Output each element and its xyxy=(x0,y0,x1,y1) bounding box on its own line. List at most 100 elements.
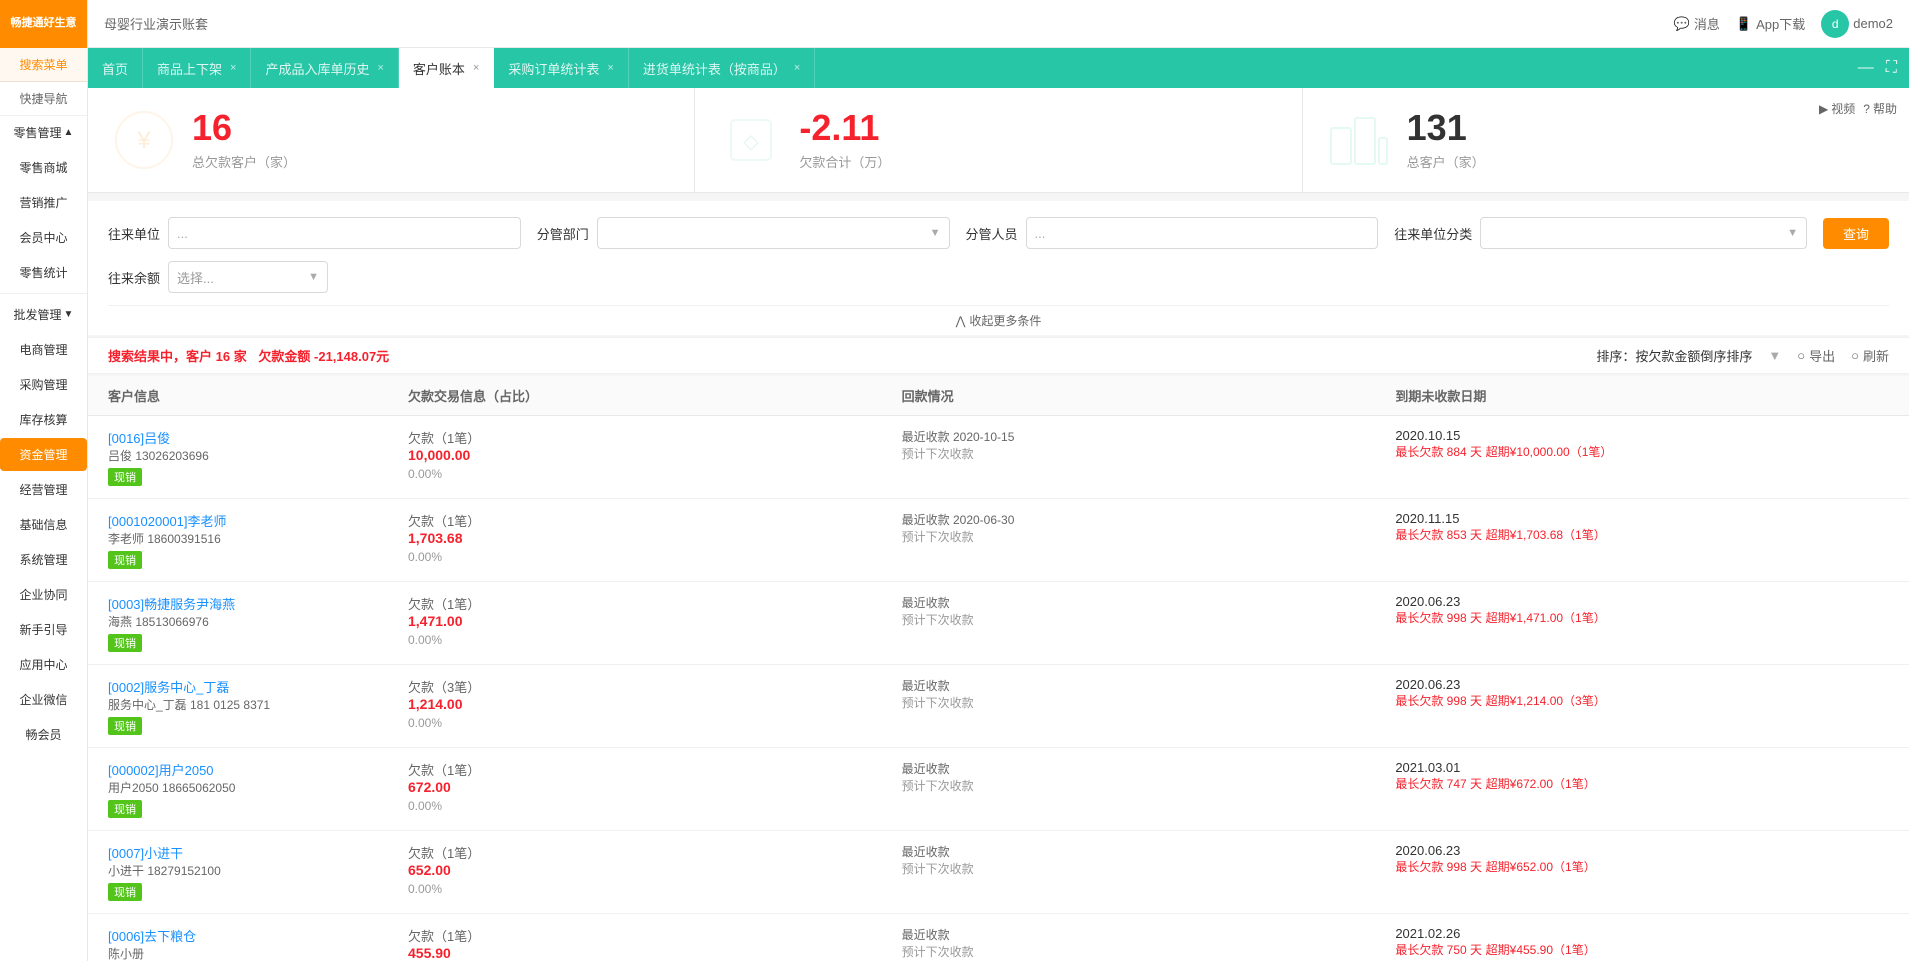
overdue-link-3[interactable]: 超期¥1,214.00（3笔） xyxy=(1486,694,1606,708)
manager-label: 分管人员 xyxy=(966,224,1018,243)
sidebar-item-members[interactable]: 会员中心 xyxy=(0,221,87,254)
tab-maximize-button[interactable]: ⛶ xyxy=(1882,59,1901,77)
table-row: [0007]小进干 小进干 18279152100 现销 欠款（1笔） 652.… xyxy=(88,831,1909,914)
debt-customers-label: 总欠款客户（家） xyxy=(192,152,296,171)
customer-cell-6: [0006]去下粮仓 陈小册 现销 xyxy=(108,926,408,961)
topbar-title: 母婴行业演示账套 xyxy=(104,14,208,33)
video-button[interactable]: ▶ 视频 xyxy=(1819,100,1855,117)
refresh-icon: ○ xyxy=(1851,348,1859,363)
customer-name-0[interactable]: [0016]吕俊 xyxy=(108,431,170,446)
due-cell-3: 2020.06.23 最长欠款 998 天 超期¥1,214.00（3笔） xyxy=(1395,677,1889,709)
customer-name-1[interactable]: [0001020001]李老师 xyxy=(108,514,227,529)
collect-cell-4: 最近收款 预计下次收款 xyxy=(902,760,1396,794)
tab-customer[interactable]: 客户账本 × xyxy=(399,48,494,88)
sidebar-item-marketing[interactable]: 营销推广 xyxy=(0,186,87,219)
sidebar-item-ecommerce[interactable]: 电商管理 xyxy=(0,333,87,366)
balance-label: 往来余额 xyxy=(108,268,160,287)
tab-production-close[interactable]: × xyxy=(377,62,383,74)
debt-amount-1: 1,703.68 xyxy=(408,530,902,546)
sidebar-item-finance[interactable]: 资金管理 xyxy=(0,438,87,471)
sidebar-item-system[interactable]: 系统管理 xyxy=(0,543,87,576)
collect-cell-2: 最近收款 预计下次收款 xyxy=(902,594,1396,628)
source-unit-type-select[interactable]: ▼ xyxy=(1480,217,1807,249)
tab-stock[interactable]: 进货单统计表（按商品） × xyxy=(629,48,815,88)
overdue-link-4[interactable]: 超期¥672.00（1笔） xyxy=(1486,777,1596,791)
customer-name-3[interactable]: [0002]服务中心_丁磊 xyxy=(108,680,229,695)
manager-input[interactable]: ... xyxy=(1026,217,1379,249)
main-area: 母婴行业演示账套 💬 消息 📱 App下载 d demo2 首页 商品上下架 × xyxy=(88,0,1909,961)
sidebar-item-vip[interactable]: 畅会员 xyxy=(0,718,87,751)
svg-text:¥: ¥ xyxy=(136,127,151,154)
dept-label: 分管部门 xyxy=(537,224,589,243)
customer-name-4[interactable]: [000002]用户2050 xyxy=(108,763,214,778)
overdue-link-0[interactable]: 超期¥10,000.00（1笔） xyxy=(1486,445,1613,459)
tab-home[interactable]: 首页 xyxy=(88,48,143,88)
debt-ratio-3: 0.00% xyxy=(408,716,902,730)
balance-select[interactable]: 选择... ▼ xyxy=(168,261,328,293)
user-avatar[interactable]: d demo2 xyxy=(1821,10,1893,38)
tab-minimize-button[interactable]: — xyxy=(1854,59,1878,77)
table-row: [0001020001]李老师 李老师 18600391516 现销 欠款（1笔… xyxy=(88,499,1909,582)
refresh-button[interactable]: ○ 刷新 xyxy=(1851,346,1889,365)
sidebar-item-retail-mall[interactable]: 零售商城 xyxy=(0,151,87,184)
sidebar-item-basic-info[interactable]: 基础信息 xyxy=(0,508,87,541)
export-icon: ○ xyxy=(1797,348,1805,363)
sidebar-item-purchase-manage[interactable]: 采购管理 xyxy=(0,368,87,401)
source-unit-label: 往来单位 xyxy=(108,224,160,243)
overdue-link-6[interactable]: 超期¥455.90（1笔） xyxy=(1486,943,1596,957)
overdue-link-5[interactable]: 超期¥652.00（1笔） xyxy=(1486,860,1596,874)
collect-date-1: 最近收款 2020-06-30 xyxy=(902,511,1396,528)
tabs-bar: 首页 商品上下架 × 产成品入库单历史 × 客户账本 × 采购订单统计表 × 进… xyxy=(88,48,1909,88)
sidebar-item-guide[interactable]: 新手引导 xyxy=(0,613,87,646)
sidebar-item-batch-manage[interactable]: 批发管理▼ xyxy=(0,298,87,331)
tab-product-close[interactable]: × xyxy=(230,62,236,74)
customer-name-6[interactable]: [0006]去下粮仓 xyxy=(108,929,196,944)
debt-cell-3: 欠款（3笔） 1,214.00 0.00% xyxy=(408,677,902,730)
sidebar-item-weixin[interactable]: 企业微信 xyxy=(0,683,87,716)
due-date-6: 2021.02.26 xyxy=(1395,926,1889,941)
search-button[interactable]: 查询 xyxy=(1823,218,1889,249)
sidebar-search[interactable]: 搜索菜单 xyxy=(0,48,87,82)
debt-cell-2: 欠款（1笔） 1,471.00 0.00% xyxy=(408,594,902,647)
sidebar-item-retail-stats[interactable]: 零售统计 xyxy=(0,256,87,289)
sidebar-item-retail-manage[interactable]: 零售管理▲ xyxy=(0,116,87,149)
dept-select[interactable]: ▼ xyxy=(597,217,950,249)
due-cell-1: 2020.11.15 最长欠款 853 天 超期¥1,703.68（1笔） xyxy=(1395,511,1889,543)
collect-cell-1: 最近收款 2020-06-30 预计下次收款 xyxy=(902,511,1396,545)
sidebar-divider xyxy=(0,293,87,294)
tab-purchase-close[interactable]: × xyxy=(607,62,613,74)
due-cell-4: 2021.03.01 最长欠款 747 天 超期¥672.00（1笔） xyxy=(1395,760,1889,792)
tab-production[interactable]: 产成品入库单历史 × xyxy=(251,48,398,88)
help-icon: ? xyxy=(1863,102,1870,116)
debt-count-3: 欠款（3笔） xyxy=(408,677,902,696)
debt-count-5: 欠款（1笔） xyxy=(408,843,902,862)
tab-customer-close[interactable]: × xyxy=(473,62,479,74)
sidebar-item-operation[interactable]: 经营管理 xyxy=(0,473,87,506)
tab-stock-close[interactable]: × xyxy=(794,62,800,74)
message-button[interactable]: 💬 消息 xyxy=(1674,14,1720,33)
sidebar-quick-nav[interactable]: 快捷导航 xyxy=(0,82,87,116)
overdue-link-1[interactable]: 超期¥1,703.68（1笔） xyxy=(1486,528,1606,542)
table-row: [0003]畅捷服务尹海燕 海燕 18513066976 现销 欠款（1笔） 1… xyxy=(88,582,1909,665)
table: 客户信息 欠款交易信息（占比） 回款情况 到期未收款日期 [0016]吕俊 吕俊… xyxy=(88,376,1909,961)
customer-phone-2: 海燕 18513066976 xyxy=(108,613,408,630)
overdue-days-1: 最长欠款 853 天 xyxy=(1395,528,1482,542)
tab-purchase[interactable]: 采购订单统计表 × xyxy=(494,48,628,88)
collect-date-5: 最近收款 xyxy=(902,843,1396,860)
tab-product[interactable]: 商品上下架 × xyxy=(143,48,251,88)
export-button[interactable]: ○ 导出 xyxy=(1797,346,1835,365)
debt-amount-2: 1,471.00 xyxy=(408,613,902,629)
app-download-button[interactable]: 📱 App下载 xyxy=(1736,14,1805,33)
sidebar-item-inventory[interactable]: 库存核算 xyxy=(0,403,87,436)
customer-phone-4: 用户2050 18665062050 xyxy=(108,779,408,796)
source-unit-input[interactable]: ... xyxy=(168,217,521,249)
collapse-button[interactable]: ⋀ 收起更多条件 xyxy=(108,305,1889,335)
sidebar-item-enterprise[interactable]: 企业协同 xyxy=(0,578,87,611)
collect-date-6: 最近收款 xyxy=(902,926,1396,943)
overdue-link-2[interactable]: 超期¥1,471.00（1笔） xyxy=(1486,611,1606,625)
help-button[interactable]: ? 帮助 xyxy=(1863,100,1897,117)
customer-name-2[interactable]: [0003]畅捷服务尹海燕 xyxy=(108,597,235,612)
sidebar-item-app-center[interactable]: 应用中心 xyxy=(0,648,87,681)
customer-tag-1: 现销 xyxy=(108,551,142,569)
customer-name-5[interactable]: [0007]小进干 xyxy=(108,846,183,861)
